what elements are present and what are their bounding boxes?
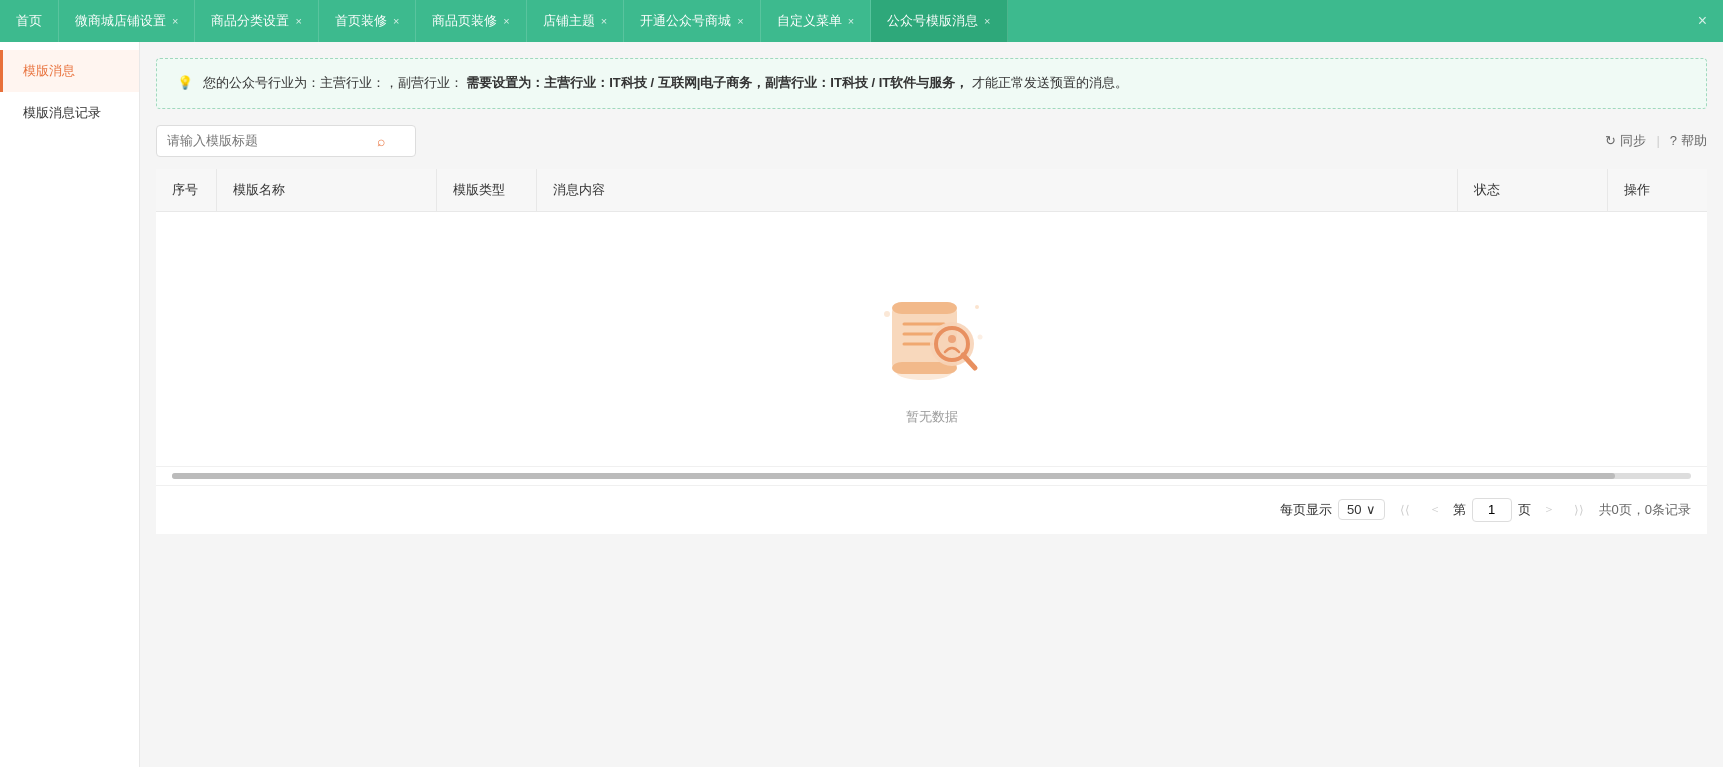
nav-tab-product-page[interactable]: 商品页装修 × [416, 0, 526, 42]
nav-tab-shop-setting[interactable]: 微商城店铺设置 × [59, 0, 195, 42]
search-icon[interactable]: ⌕ [377, 133, 385, 149]
svg-point-13 [977, 334, 982, 339]
toolbar-right: ↻ 同步 | ? 帮助 [1605, 132, 1707, 150]
col-content: 消息内容 [536, 169, 1457, 212]
sidebar-item-template-msg[interactable]: 模版消息 [0, 50, 139, 92]
nav-tab-homepage[interactable]: 首页装修 × [319, 0, 416, 42]
search-input-wrap: ⌕ [156, 125, 416, 157]
nav-tab-home[interactable]: 首页 [0, 0, 59, 42]
notice-box: 💡 您的公众号行业为：主营行业：，副营行业： 需要设置为：主营行业：IT科技 /… [156, 58, 1707, 109]
notice-icon: 💡 [177, 75, 193, 90]
col-status: 状态 [1457, 169, 1607, 212]
close-icon[interactable]: × [737, 15, 743, 27]
svg-point-11 [884, 311, 890, 317]
pagination: 每页显示 50 ∨ ⟨⟨ ＜ 第 页 ＞ ⟩⟩ 共0页，0条记录 [156, 485, 1707, 534]
page-size-dropdown[interactable]: 50 ∨ [1338, 499, 1384, 520]
close-icon[interactable]: × [601, 15, 607, 27]
table-scrollbar[interactable] [172, 473, 1691, 479]
sync-icon: ↻ [1605, 133, 1616, 148]
empty-illustration [872, 272, 992, 392]
svg-point-10 [948, 335, 956, 343]
nav-tab-template-msg[interactable]: 公众号模版消息 × [871, 0, 1007, 42]
search-input[interactable] [167, 133, 377, 148]
svg-rect-2 [892, 302, 957, 314]
col-index: 序号 [156, 169, 216, 212]
empty-state: 暂无数据 [156, 212, 1707, 466]
total-info: 共0页，0条记录 [1599, 501, 1691, 519]
table-scrollbar-wrap [156, 466, 1707, 485]
close-icon[interactable]: × [848, 15, 854, 27]
sidebar-item-template-msg-record[interactable]: 模版消息记录 [0, 92, 139, 134]
last-page-button[interactable]: ⟩⟩ [1567, 498, 1591, 522]
help-icon: ? [1670, 133, 1677, 148]
close-icon[interactable]: × [393, 15, 399, 27]
svg-point-12 [975, 305, 979, 309]
chevron-down-icon: ∨ [1366, 502, 1376, 517]
empty-text: 暂无数据 [906, 408, 958, 426]
first-page-button[interactable]: ⟨⟨ [1393, 498, 1417, 522]
nav-tab-open-store[interactable]: 开通公众号商城 × [624, 0, 760, 42]
sidebar: 模版消息 模版消息记录 [0, 42, 140, 767]
nav-tab-category[interactable]: 商品分类设置 × [195, 0, 318, 42]
top-nav-bar: 首页 微商城店铺设置 × 商品分类设置 × 首页装修 × 商品页装修 × 店铺主… [0, 0, 1723, 42]
close-all-button[interactable]: × [1682, 12, 1723, 30]
page-nav: ⟨⟨ ＜ 第 页 ＞ ⟩⟩ [1393, 498, 1591, 522]
sync-button[interactable]: ↻ 同步 [1605, 132, 1646, 150]
nav-tab-custom-menu[interactable]: 自定义菜单 × [761, 0, 871, 42]
main-layout: 模版消息 模版消息记录 💡 您的公众号行业为：主营行业：，副营行业： 需要设置为… [0, 42, 1723, 767]
page-number-input[interactable] [1472, 498, 1512, 522]
table-scrollbar-thumb[interactable] [172, 473, 1615, 479]
divider: | [1656, 133, 1659, 148]
col-type: 模版类型 [436, 169, 536, 212]
content-area: 💡 您的公众号行业为：主营行业：，副营行业： 需要设置为：主营行业：IT科技 /… [140, 42, 1723, 767]
close-icon[interactable]: × [503, 15, 509, 27]
prev-page-button[interactable]: ＜ [1423, 498, 1447, 522]
close-icon[interactable]: × [172, 15, 178, 27]
col-name: 模版名称 [216, 169, 436, 212]
next-page-button[interactable]: ＞ [1537, 498, 1561, 522]
nav-tab-theme[interactable]: 店铺主题 × [527, 0, 624, 42]
search-bar: ⌕ ↻ 同步 | ? 帮助 [156, 125, 1707, 157]
close-icon[interactable]: × [984, 15, 990, 27]
data-table: 序号 模版名称 模版类型 消息内容 状态 操作 [156, 169, 1707, 212]
table-header-row: 序号 模版名称 模版类型 消息内容 状态 操作 [156, 169, 1707, 212]
close-icon[interactable]: × [295, 15, 301, 27]
col-action: 操作 [1607, 169, 1707, 212]
help-button[interactable]: ? 帮助 [1670, 132, 1707, 150]
page-size-select: 每页显示 50 ∨ [1280, 499, 1384, 520]
